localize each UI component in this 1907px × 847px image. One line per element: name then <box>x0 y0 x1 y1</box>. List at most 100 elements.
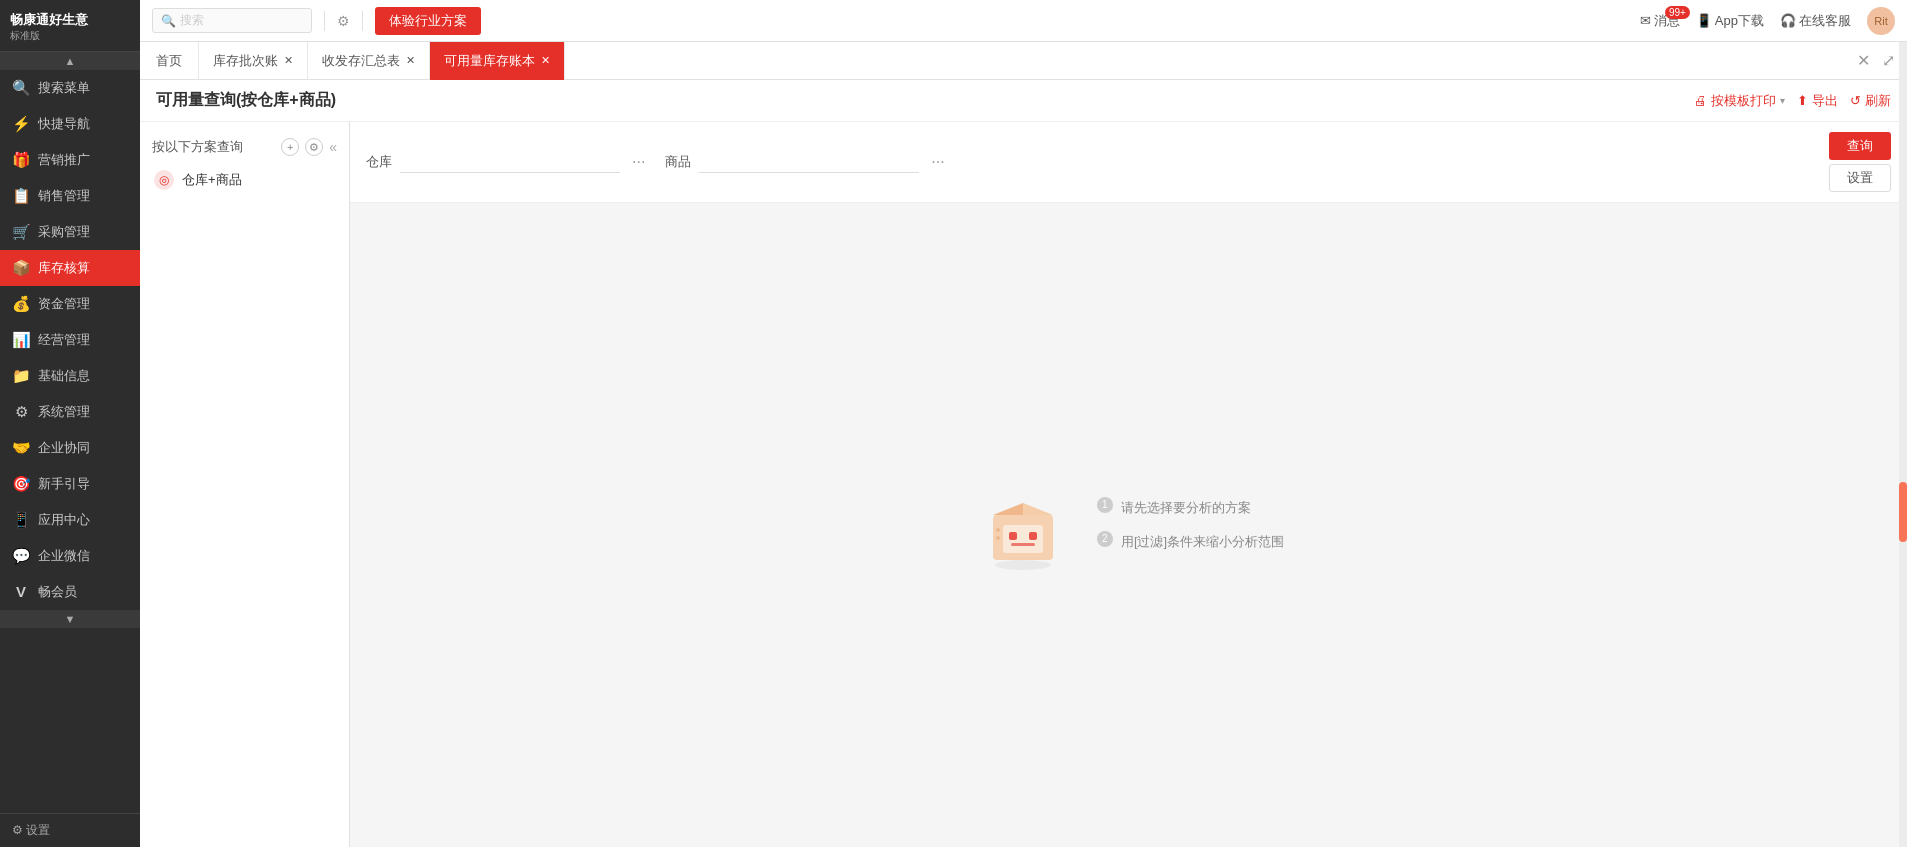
tab-available[interactable]: 可用量库存账本 ✕ <box>430 42 565 80</box>
message-link[interactable]: ✉ 消息 99+ <box>1640 12 1680 30</box>
svg-rect-6 <box>1011 543 1035 546</box>
empty-illustration <box>973 475 1073 575</box>
chart-icon: 📊 <box>12 331 30 349</box>
brand-sub: 标准版 <box>10 29 130 43</box>
goods-input[interactable] <box>699 151 919 173</box>
svg-rect-3 <box>1003 525 1043 553</box>
scheme-icon: ◎ <box>154 170 174 190</box>
warehouse-input[interactable] <box>400 151 620 173</box>
search-icon: 🔍 <box>161 14 176 28</box>
export-action[interactable]: ⬆ 导出 <box>1797 92 1838 110</box>
svg-marker-1 <box>993 503 1023 515</box>
online-service-link[interactable]: 🎧 在线客服 <box>1780 12 1851 30</box>
sidebar-item-operations[interactable]: 📊 经营管理 <box>0 322 140 358</box>
message-icon: ✉ <box>1640 13 1651 28</box>
empty-svg <box>973 475 1073 575</box>
vip-icon: V <box>12 583 30 600</box>
page-header: 可用量查询(按仓库+商品) 🖨 按模板打印 ▾ ⬆ 导出 ↺ 刷新 <box>140 80 1907 122</box>
sidebar-item-wecom[interactable]: 💬 企业微信 <box>0 538 140 574</box>
sidebar-item-appcenter[interactable]: 📱 应用中心 <box>0 502 140 538</box>
sidebar-item-finance[interactable]: 💰 资金管理 <box>0 286 140 322</box>
topbar-search[interactable]: 🔍 搜索 <box>152 8 312 33</box>
tip-1: 1 请先选择要分析的方案 <box>1097 495 1284 521</box>
tab-summary[interactable]: 收发存汇总表 ✕ <box>308 42 430 80</box>
goods-more-icon[interactable]: ··· <box>927 151 948 173</box>
handshake-icon: 🤝 <box>12 439 30 457</box>
search-icon: 🔍 <box>12 79 30 97</box>
industry-btn[interactable]: 体验行业方案 <box>375 7 481 35</box>
sidebar-scroll-up[interactable]: ▲ <box>0 52 140 70</box>
sidebar-item-inventory[interactable]: 📦 库存核算 <box>0 250 140 286</box>
right-scrollbar[interactable] <box>1899 42 1907 847</box>
gear-icon: ⚙ <box>12 403 30 421</box>
mobile-icon: 📱 <box>12 511 30 529</box>
tab-home[interactable]: 首页 <box>140 42 199 80</box>
sidebar-bottom[interactable]: ⚙ 设置 <box>0 813 140 847</box>
sidebar-item-basic[interactable]: 📁 基础信息 <box>0 358 140 394</box>
folder-icon: 📁 <box>12 367 30 385</box>
sidebar-scroll-down[interactable]: ▼ <box>0 610 140 628</box>
empty-state: 1 请先选择要分析的方案 2 用[过滤]条件来缩小分析范围 <box>350 203 1907 847</box>
sidebar-item-search[interactable]: 🔍 搜索菜单 <box>0 70 140 106</box>
brand-name: 畅康通好生意 <box>10 12 130 29</box>
empty-tips: 1 请先选择要分析的方案 2 用[过滤]条件来缩小分析范围 <box>1097 495 1284 555</box>
money-icon: 💰 <box>12 295 30 313</box>
avatar[interactable]: Rit <box>1867 7 1895 35</box>
query-button[interactable]: 查询 <box>1829 132 1891 160</box>
svg-rect-4 <box>1009 532 1017 540</box>
content-area: 按以下方案查询 + ⚙ « ◎ 仓库+商品 仓库 ··· <box>140 122 1907 847</box>
warehouse-filter: 仓库 ··· <box>366 151 649 173</box>
warehouse-more-icon[interactable]: ··· <box>628 151 649 173</box>
left-panel: 按以下方案查询 + ⚙ « ◎ 仓库+商品 <box>140 122 350 847</box>
edit-scheme-btn[interactable]: ⚙ <box>305 138 323 156</box>
svg-point-9 <box>995 560 1051 570</box>
topbar-divider <box>324 11 325 31</box>
tip-2: 2 用[过滤]条件来缩小分析范围 <box>1097 529 1284 555</box>
sidebar-header: 畅康通好生意 标准版 <box>0 0 140 52</box>
tabs-bar: 首页 库存批次账 ✕ 收发存汇总表 ✕ 可用量库存账本 ✕ ✕ ⤢ <box>140 42 1907 80</box>
mobile-icon: 📱 <box>1696 13 1712 28</box>
close-tab-icon[interactable]: ✕ <box>1853 47 1874 74</box>
tab-batch[interactable]: 库存批次账 ✕ <box>199 42 308 80</box>
goods-filter: 商品 ··· <box>665 151 948 173</box>
tab-batch-close[interactable]: ✕ <box>284 54 293 67</box>
right-panel: 仓库 ··· 商品 ··· 查询 设置 <box>350 122 1907 847</box>
add-scheme-btn[interactable]: + <box>281 138 299 156</box>
sidebar-item-purchase[interactable]: 🛒 采购管理 <box>0 214 140 250</box>
print-action[interactable]: 🖨 按模板打印 ▾ <box>1694 92 1785 110</box>
tab-available-close[interactable]: ✕ <box>541 54 550 67</box>
page-actions: 🖨 按模板打印 ▾ ⬆ 导出 ↺ 刷新 <box>1694 92 1891 110</box>
gift-icon: 🎁 <box>12 151 30 169</box>
export-icon: ⬆ <box>1797 93 1808 108</box>
scrollbar-thumb[interactable] <box>1899 482 1907 542</box>
left-panel-icons: + ⚙ « <box>281 138 337 156</box>
app-download-link[interactable]: 📱 App下载 <box>1696 12 1764 30</box>
sidebar-item-marketing[interactable]: 🎁 营销推广 <box>0 142 140 178</box>
main-area: 🔍 搜索 ⚙ 体验行业方案 ✉ 消息 99+ 📱 App下载 🎧 在线客服 Ri… <box>140 0 1907 847</box>
refresh-action[interactable]: ↺ 刷新 <box>1850 92 1891 110</box>
chat-icon: 💬 <box>12 547 30 565</box>
scheme-item-warehouse-goods[interactable]: ◎ 仓库+商品 <box>140 162 349 198</box>
sidebar-item-system[interactable]: ⚙ 系统管理 <box>0 394 140 430</box>
print-icon: 🖨 <box>1694 93 1707 108</box>
message-badge: 99+ <box>1665 6 1690 19</box>
collapse-left-icon[interactable]: « <box>329 139 337 155</box>
topbar-right: ✉ 消息 99+ 📱 App下载 🎧 在线客服 Rit <box>1640 7 1895 35</box>
target-icon: 🎯 <box>12 475 30 493</box>
tab-summary-close[interactable]: ✕ <box>406 54 415 67</box>
filter-bar: 仓库 ··· 商品 ··· 查询 设置 <box>350 122 1907 203</box>
setting-button[interactable]: 设置 <box>1829 164 1891 192</box>
sidebar-item-vip[interactable]: V 畅会员 <box>0 574 140 610</box>
expand-icon[interactable]: ⤢ <box>1878 47 1899 74</box>
sidebar-item-sales[interactable]: 📋 销售管理 <box>0 178 140 214</box>
cart-icon: 🛒 <box>12 223 30 241</box>
headset-icon: 🎧 <box>1780 13 1796 28</box>
box-icon: 📦 <box>12 259 30 277</box>
sidebar-item-quicknav[interactable]: ⚡ 快捷导航 <box>0 106 140 142</box>
page-title: 可用量查询(按仓库+商品) <box>156 90 336 111</box>
sidebar-item-newguide[interactable]: 🎯 新手引导 <box>0 466 140 502</box>
sidebar-item-enterprise[interactable]: 🤝 企业协同 <box>0 430 140 466</box>
lightning-icon: ⚡ <box>12 115 30 133</box>
topbar-gear-icon[interactable]: ⚙ <box>337 13 350 29</box>
refresh-icon: ↺ <box>1850 93 1861 108</box>
